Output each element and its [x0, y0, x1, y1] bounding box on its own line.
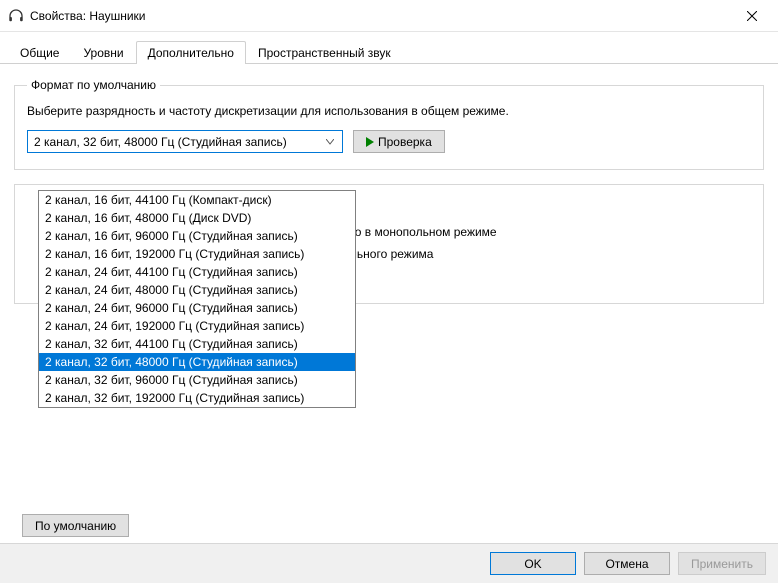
format-dropdown-list[interactable]: 2 канал, 16 бит, 44100 Гц (Компакт-диск)… [38, 190, 356, 408]
defaults-button-label: По умолчанию [35, 519, 116, 533]
format-option[interactable]: 2 канал, 32 бит, 96000 Гц (Студийная зап… [39, 371, 355, 389]
apply-button-label: Применить [691, 557, 753, 571]
tab-general[interactable]: Общие [8, 41, 71, 64]
ok-button-label: OK [524, 557, 541, 571]
format-description: Выберите разрядность и частоту дискретиз… [27, 102, 751, 120]
test-button[interactable]: Проверка [353, 130, 445, 153]
window-title: Свойства: Наушники [30, 9, 730, 23]
format-option[interactable]: 2 канал, 24 бит, 96000 Гц (Студийная зап… [39, 299, 355, 317]
format-option[interactable]: 2 канал, 32 бит, 48000 Гц (Студийная зап… [39, 353, 355, 371]
ok-button[interactable]: OK [490, 552, 576, 575]
tab-levels[interactable]: Уровни [71, 41, 135, 64]
cancel-button[interactable]: Отмена [584, 552, 670, 575]
tabstrip: Общие Уровни Дополнительно Пространствен… [0, 32, 778, 64]
cancel-button-label: Отмена [605, 557, 648, 571]
play-icon [366, 137, 374, 147]
format-combobox[interactable]: 2 канал, 32 бит, 48000 Гц (Студийная зап… [27, 130, 343, 153]
titlebar: Свойства: Наушники [0, 0, 778, 32]
headphones-icon [8, 8, 24, 24]
close-button[interactable] [730, 0, 774, 32]
format-option[interactable]: 2 канал, 16 бит, 96000 Гц (Студийная зап… [39, 227, 355, 245]
group-default-format: Формат по умолчанию Выберите разрядность… [14, 78, 764, 170]
format-option[interactable]: 2 канал, 24 бит, 44100 Гц (Студийная зап… [39, 263, 355, 281]
apply-button[interactable]: Применить [678, 552, 766, 575]
format-option[interactable]: 2 канал, 24 бит, 192000 Гц (Студийная за… [39, 317, 355, 335]
format-option[interactable]: 2 канал, 16 бит, 192000 Гц (Студийная за… [39, 245, 355, 263]
format-combobox-value: 2 канал, 32 бит, 48000 Гц (Студийная зап… [34, 135, 321, 149]
dialog-footer: OK Отмена Применить [0, 543, 778, 583]
chevron-down-icon [321, 131, 338, 152]
format-option[interactable]: 2 канал, 16 бит, 48000 Гц (Диск DVD) [39, 209, 355, 227]
defaults-button[interactable]: По умолчанию [22, 514, 129, 537]
format-option[interactable]: 2 канал, 24 бит, 48000 Гц (Студийная зап… [39, 281, 355, 299]
group-default-format-legend: Формат по умолчанию [27, 78, 160, 92]
format-option[interactable]: 2 канал, 32 бит, 192000 Гц (Студийная за… [39, 389, 355, 407]
tab-advanced[interactable]: Дополнительно [136, 41, 246, 64]
tab-spatial[interactable]: Пространственный звук [246, 41, 403, 64]
test-button-label: Проверка [378, 135, 432, 149]
exclusive-line2-suffix: польного режима [337, 247, 751, 261]
exclusive-line1-suffix: ство в монопольном режиме [337, 225, 751, 239]
format-option[interactable]: 2 канал, 32 бит, 44100 Гц (Студийная зап… [39, 335, 355, 353]
format-option[interactable]: 2 канал, 16 бит, 44100 Гц (Компакт-диск) [39, 191, 355, 209]
